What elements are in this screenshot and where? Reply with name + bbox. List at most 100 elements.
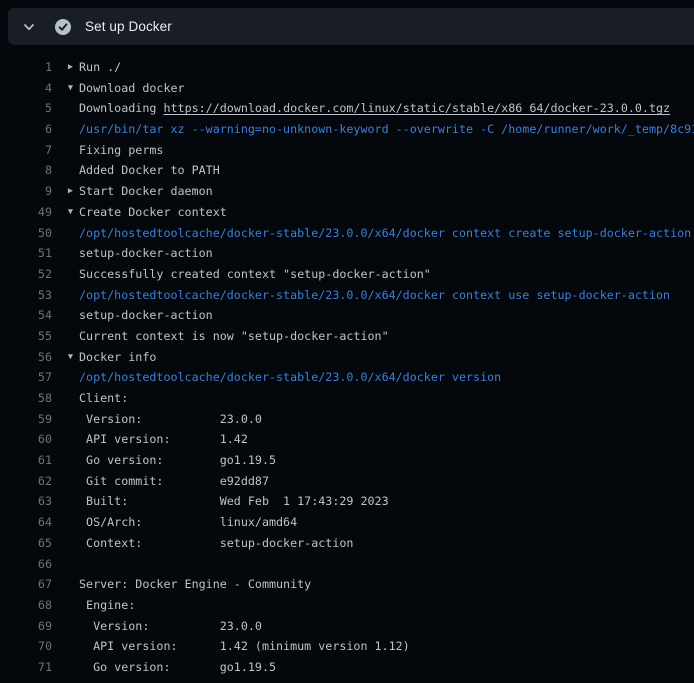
line-number[interactable]: 53 [0, 285, 52, 306]
line-number[interactable]: 50 [0, 223, 52, 244]
log-text: Server: Docker Engine - Community [79, 574, 694, 595]
log-line: 50/opt/hostedtoolcache/docker-stable/23.… [0, 223, 694, 244]
marker-spacer [52, 140, 79, 161]
log-group-row[interactable]: 4▼Download docker [0, 78, 694, 99]
chevron-down-icon[interactable] [18, 16, 40, 38]
log-text: Version: 23.0.0 [79, 409, 694, 430]
log-line: 7 Fixing perms [0, 140, 694, 161]
log-group-row[interactable]: 49▼Create Docker context [0, 202, 694, 223]
status-check-icon [55, 19, 71, 35]
marker-spacer [52, 657, 79, 678]
log-text: Go version: go1.19.5 [79, 657, 694, 678]
marker-spacer [52, 326, 79, 347]
line-number[interactable]: 61 [0, 450, 52, 471]
marker-spacer [52, 285, 79, 306]
marker-spacer [52, 429, 79, 450]
marker-spacer [52, 574, 79, 595]
line-number[interactable]: 64 [0, 512, 52, 533]
log-line: 58Client: [0, 388, 694, 409]
log-text: API version: 1.42 [79, 429, 694, 450]
marker-spacer [52, 409, 79, 430]
log-command-text: /opt/hostedtoolcache/docker-stable/23.0.… [79, 367, 694, 388]
line-number[interactable]: 6 [0, 119, 52, 140]
group-collapsed-icon[interactable]: ▶ [52, 181, 79, 202]
marker-spacer [52, 388, 79, 409]
line-number[interactable]: 71 [0, 657, 52, 678]
group-title: Run ./ [79, 57, 694, 78]
line-number[interactable]: 58 [0, 388, 52, 409]
log-line: 54 setup-docker-action [0, 305, 694, 326]
log-line: 6/usr/bin/tar xz --warning=no-unknown-ke… [0, 119, 694, 140]
log-line: 68 Engine: [0, 595, 694, 616]
marker-spacer [52, 491, 79, 512]
log-text: Downloading https://download.docker.com/… [79, 98, 694, 119]
download-url-link[interactable]: https://download.docker.com/linux/static… [163, 101, 670, 115]
log-line: 69 Version: 23.0.0 [0, 616, 694, 637]
marker-spacer [52, 119, 79, 140]
line-number[interactable]: 52 [0, 264, 52, 285]
marker-spacer [52, 512, 79, 533]
line-number[interactable]: 60 [0, 429, 52, 450]
log-text: Downloading [79, 101, 163, 115]
line-number[interactable]: 68 [0, 595, 52, 616]
line-number[interactable]: 8 [0, 160, 52, 181]
log-line: 57/opt/hostedtoolcache/docker-stable/23.… [0, 367, 694, 388]
line-number[interactable]: 62 [0, 471, 52, 492]
log-line: 63 Built: Wed Feb 1 17:43:29 2023 [0, 491, 694, 512]
log-text: setup-docker-action [79, 305, 694, 326]
group-collapsed-icon[interactable]: ▶ [52, 57, 79, 78]
log-line: 5 Downloading https://download.docker.com… [0, 98, 694, 119]
marker-spacer [52, 533, 79, 554]
line-number[interactable]: 55 [0, 326, 52, 347]
step-header[interactable]: Set up Docker [8, 8, 694, 45]
line-number[interactable]: 56 [0, 347, 52, 368]
line-number[interactable]: 66 [0, 554, 52, 575]
group-expanded-icon[interactable]: ▼ [52, 347, 79, 368]
marker-spacer [52, 367, 79, 388]
line-number[interactable]: 4 [0, 78, 52, 99]
log-line: 59 Version: 23.0.0 [0, 409, 694, 430]
line-number[interactable]: 54 [0, 305, 52, 326]
log-line: 53/opt/hostedtoolcache/docker-stable/23.… [0, 285, 694, 306]
log-line: 70 API version: 1.42 (minimum version 1.… [0, 636, 694, 657]
log-line: 51 setup-docker-action [0, 243, 694, 264]
log-text: Added Docker to PATH [79, 160, 694, 181]
step-title: Set up Docker [85, 19, 172, 34]
log-group-row[interactable]: 9▶Start Docker daemon [0, 181, 694, 202]
marker-spacer [52, 264, 79, 285]
log-line: 64 OS/Arch: linux/amd64 [0, 512, 694, 533]
marker-spacer [52, 554, 79, 575]
line-number[interactable]: 69 [0, 616, 52, 637]
line-number[interactable]: 57 [0, 367, 52, 388]
group-title: Start Docker daemon [79, 181, 694, 202]
line-number[interactable]: 59 [0, 409, 52, 430]
line-number[interactable]: 65 [0, 533, 52, 554]
line-number[interactable]: 9 [0, 181, 52, 202]
log-text: Git commit: d7573ab [79, 678, 694, 683]
line-number[interactable]: 63 [0, 491, 52, 512]
line-number[interactable]: 5 [0, 98, 52, 119]
line-number[interactable]: 67 [0, 574, 52, 595]
log-command-text: /opt/hostedtoolcache/docker-stable/23.0.… [79, 223, 694, 244]
log-line: 65 Context: setup-docker-action [0, 533, 694, 554]
log-group-row[interactable]: 56▼Docker info [0, 347, 694, 368]
group-expanded-icon[interactable]: ▼ [52, 78, 79, 99]
log-line: 8 Added Docker to PATH [0, 160, 694, 181]
marker-spacer [52, 305, 79, 326]
line-number[interactable]: 7 [0, 140, 52, 161]
log-text: Fixing perms [79, 140, 694, 161]
line-number[interactable]: 49 [0, 202, 52, 223]
group-expanded-icon[interactable]: ▼ [52, 202, 79, 223]
log-text: Successfully created context "setup-dock… [79, 264, 694, 285]
log-text: Git commit: e92dd87 [79, 471, 694, 492]
log-line: 66 [0, 554, 694, 575]
log-group-row[interactable]: 1▶Run ./ [0, 57, 694, 78]
line-number[interactable]: 70 [0, 636, 52, 657]
log-text: API version: 1.42 (minimum version 1.12) [79, 636, 694, 657]
log-text: setup-docker-action [79, 243, 694, 264]
log-command-text: /opt/hostedtoolcache/docker-stable/23.0.… [79, 285, 694, 306]
line-number[interactable]: 51 [0, 243, 52, 264]
line-number[interactable]: 1 [0, 57, 52, 78]
log-line: 62 Git commit: e92dd87 [0, 471, 694, 492]
line-number[interactable]: 72 [0, 678, 52, 683]
